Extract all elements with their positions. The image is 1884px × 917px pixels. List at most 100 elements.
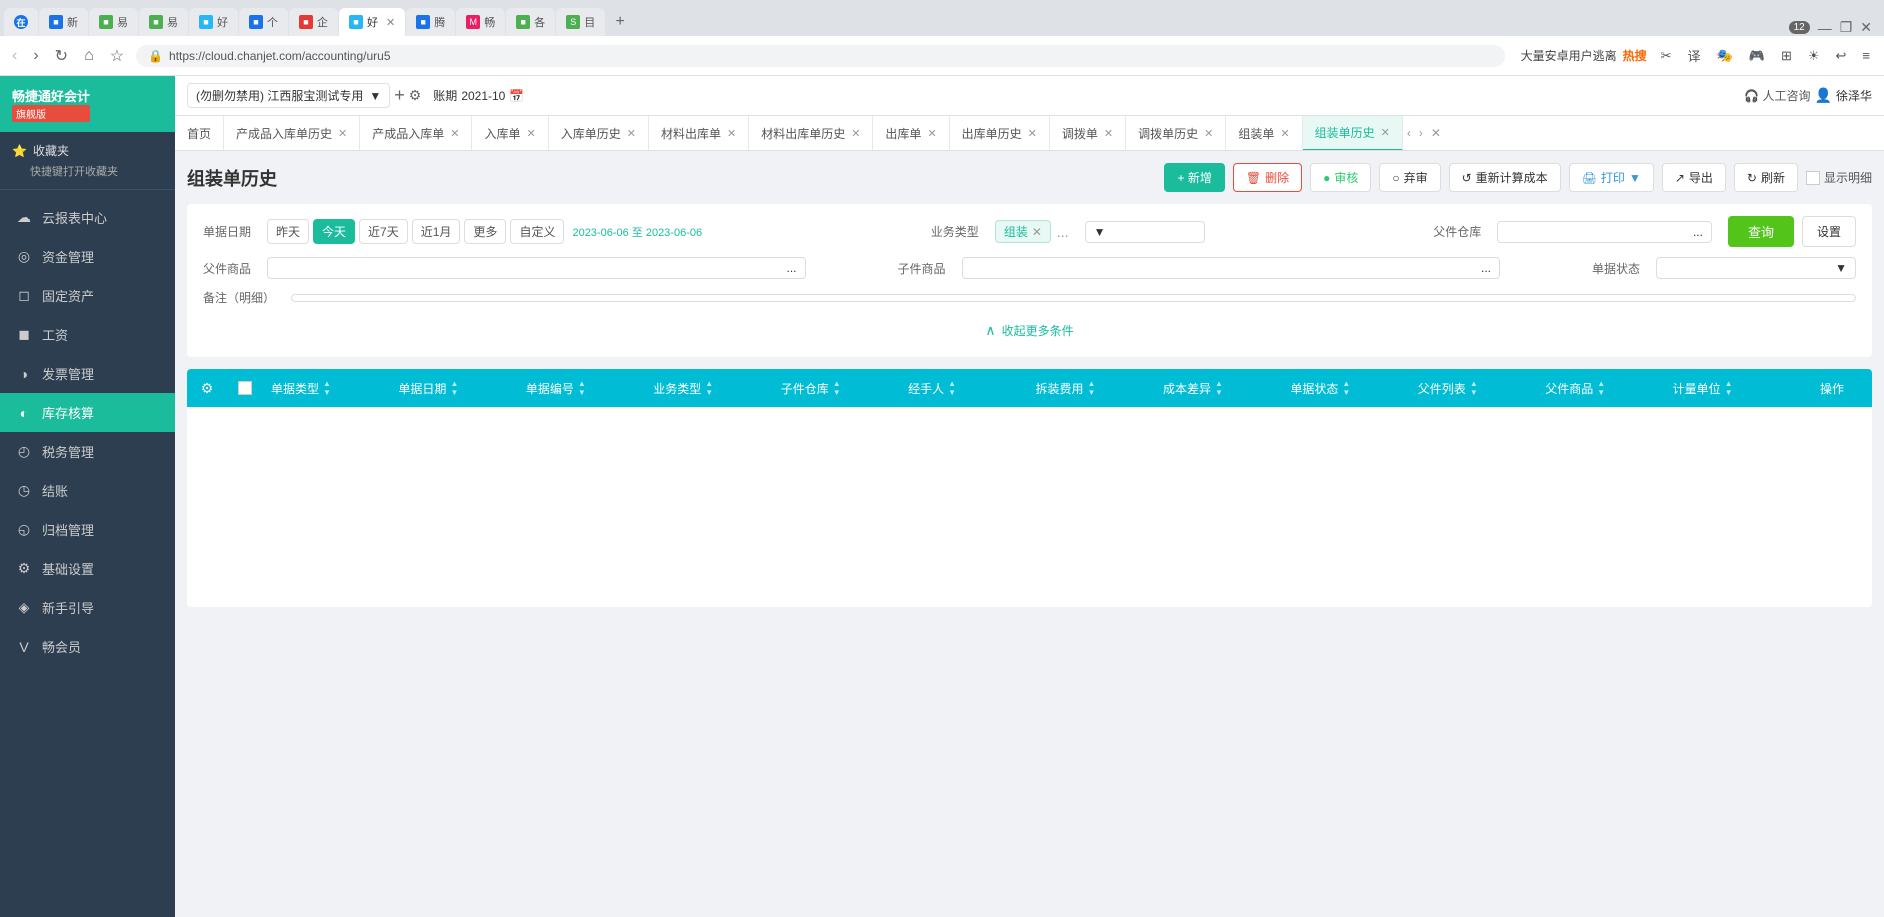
tab-0[interactable]: 在	[4, 8, 38, 36]
page-tab-9[interactable]: 调拨单 ✕	[1050, 116, 1126, 151]
th-child-warehouse[interactable]: 子件仓库 ▲ ▼	[773, 380, 900, 397]
page-tab-2[interactable]: 产成品入库单 ✕	[360, 116, 472, 151]
close-button[interactable]: ✕	[1860, 19, 1872, 36]
back-button[interactable]: ‹	[8, 43, 21, 69]
grid-tool[interactable]: ⊞	[1775, 44, 1798, 68]
sidebar-item-fund[interactable]: ◎ 资金管理	[0, 237, 175, 276]
date-btn-yesterday[interactable]: 昨天	[267, 219, 309, 244]
date-btn-custom[interactable]: 自定义	[510, 219, 564, 244]
forward-button[interactable]: ›	[29, 43, 42, 69]
sidebar-item-salary[interactable]: ◼ 工资	[0, 315, 175, 354]
settings-button[interactable]: 设置	[1802, 216, 1856, 247]
tab-close-all[interactable]: ✕	[1427, 126, 1445, 140]
tab-3[interactable]: ■ 易	[139, 8, 188, 36]
business-type-dropdown[interactable]: ▼	[1085, 221, 1205, 243]
page-tab-10[interactable]: 调拨单历史 ✕	[1126, 116, 1226, 151]
audit-button[interactable]: ● 审核	[1310, 163, 1371, 192]
page-tab-10-close[interactable]: ✕	[1204, 127, 1213, 140]
tab-5[interactable]: ■ 个	[239, 8, 288, 36]
period-selector[interactable]: 账期 2021-10 📅	[433, 87, 524, 104]
sidebar-item-archive[interactable]: ◵ 归档管理	[0, 510, 175, 549]
sidebar-item-inventory[interactable]: ◐ 库存核算	[0, 393, 175, 432]
child-goods-more-icon[interactable]: ...	[1481, 261, 1491, 275]
page-tab-8[interactable]: 出库单历史 ✕	[950, 116, 1050, 151]
page-tab-5[interactable]: 材料出库单 ✕	[649, 116, 749, 151]
reload-button[interactable]: ↻	[51, 42, 72, 70]
add-button[interactable]: + 新增	[1164, 163, 1224, 192]
refresh-button[interactable]: ↻ 刷新	[1734, 163, 1798, 192]
page-tab-7-close[interactable]: ✕	[927, 127, 936, 140]
tab-11[interactable]: S 目	[556, 8, 605, 36]
page-tab-9-close[interactable]: ✕	[1104, 127, 1113, 140]
page-tab-4-close[interactable]: ✕	[627, 127, 636, 140]
scissors-tool[interactable]: ✂	[1655, 44, 1678, 68]
page-tab-12[interactable]: 组装单历史 ✕	[1303, 116, 1403, 151]
sidebar-item-cloud-report[interactable]: ☁ 云报表中心	[0, 198, 175, 237]
page-tab-11-close[interactable]: ✕	[1280, 127, 1289, 140]
tab-8[interactable]: ■ 腾	[406, 8, 455, 36]
select-all-checkbox[interactable]	[238, 381, 252, 395]
query-button[interactable]: 查询	[1728, 216, 1794, 247]
th-parent-goods[interactable]: 父件商品 ▲ ▼	[1537, 380, 1664, 397]
th-business-type[interactable]: 业务类型 ▲ ▼	[645, 380, 772, 397]
th-parent-list[interactable]: 父件列表 ▲ ▼	[1410, 380, 1537, 397]
business-type-more[interactable]: ...	[1057, 224, 1069, 240]
date-btn-more[interactable]: 更多	[464, 219, 506, 244]
th-cost-diff[interactable]: 成本差异 ▲ ▼	[1155, 380, 1282, 397]
export-button[interactable]: ↗ 导出	[1662, 163, 1726, 192]
company-selector[interactable]: (勿删勿禁用) 江西服宝测试专用 ▼	[187, 83, 390, 108]
tab-1[interactable]: ■ 新	[39, 8, 88, 36]
child-goods-input[interactable]: ...	[962, 257, 1500, 279]
th-bill-date[interactable]: 单据日期 ▲ ▼	[390, 380, 517, 397]
page-tab-3-close[interactable]: ✕	[527, 127, 536, 140]
sidebar-item-settle[interactable]: ◷ 结账	[0, 471, 175, 510]
tab-4[interactable]: ■ 好	[189, 8, 238, 36]
tab-close-7[interactable]: ✕	[386, 16, 395, 29]
page-tab-1[interactable]: 产成品入库单历史 ✕	[224, 116, 360, 151]
th-settings-icon[interactable]: ⚙	[187, 380, 227, 397]
sidebar-item-fixed-assets[interactable]: ◻ 固定资产	[0, 276, 175, 315]
th-bill-status[interactable]: 单据状态 ▲ ▼	[1282, 380, 1409, 397]
page-tab-3[interactable]: 入库单 ✕	[472, 116, 548, 151]
add-company-button[interactable]: +	[394, 85, 405, 106]
sidebar-item-guide[interactable]: ◈ 新手引导	[0, 588, 175, 627]
tab-7[interactable]: ■ 好 ✕	[339, 8, 405, 36]
bill-status-dropdown[interactable]: ▼	[1656, 257, 1856, 279]
page-tab-2-close[interactable]: ✕	[450, 127, 459, 140]
bookmark-label[interactable]: ⭐ 收藏夹	[12, 142, 163, 159]
th-bill-no[interactable]: 单据编号 ▲ ▼	[518, 380, 645, 397]
date-btn-1month[interactable]: 近1月	[412, 219, 461, 244]
show-detail-checkbox[interactable]: 显示明细	[1806, 169, 1872, 186]
sidebar-item-member[interactable]: V 畅会员	[0, 627, 175, 666]
page-tab-6[interactable]: 材料出库单历史 ✕	[749, 116, 873, 151]
emoji-tool[interactable]: 🎭	[1711, 44, 1739, 68]
page-tab-7[interactable]: 出库单 ✕	[873, 116, 949, 151]
sidebar-item-tax[interactable]: ◴ 税务管理	[0, 432, 175, 471]
business-type-tag-close[interactable]: ✕	[1032, 225, 1042, 239]
th-unit[interactable]: 计量单位 ▲ ▼	[1665, 380, 1792, 397]
url-bar[interactable]: 🔒 https://cloud.chanjet.com/accounting/u…	[136, 45, 1505, 67]
th-checkbox[interactable]	[227, 381, 263, 395]
parent-warehouse-input[interactable]: ...	[1497, 221, 1712, 243]
tab-nav-left[interactable]: ‹	[1403, 126, 1415, 140]
translate-tool[interactable]: 译	[1682, 42, 1707, 69]
page-tab-1-close[interactable]: ✕	[338, 127, 347, 140]
undo-tool[interactable]: ↩	[1830, 44, 1853, 68]
tab-9[interactable]: M 畅	[456, 8, 505, 36]
checkbox-icon[interactable]	[1806, 171, 1820, 185]
remark-input[interactable]	[291, 294, 1856, 302]
parent-warehouse-more-icon[interactable]: ...	[1693, 225, 1703, 239]
th-bill-type[interactable]: 单据类型 ▲ ▼	[263, 380, 390, 397]
delete-button[interactable]: 🗑 删除	[1233, 163, 1302, 192]
brightness-tool[interactable]: ☀	[1802, 44, 1826, 68]
page-tab-4[interactable]: 入库单历史 ✕	[549, 116, 649, 151]
date-btn-today[interactable]: 今天	[313, 219, 355, 244]
minimize-button[interactable]: —	[1818, 20, 1832, 36]
add-tab-button[interactable]: +	[606, 8, 634, 36]
sidebar-item-invoice[interactable]: ◑ 发票管理	[0, 354, 175, 393]
recalculate-button[interactable]: ↺ 重新计算成本	[1449, 163, 1561, 192]
parent-goods-more-icon[interactable]: ...	[786, 261, 796, 275]
home-button[interactable]: ⌂	[80, 43, 98, 69]
menu-tool[interactable]: ≡	[1856, 44, 1876, 67]
page-tab-5-close[interactable]: ✕	[727, 127, 736, 140]
